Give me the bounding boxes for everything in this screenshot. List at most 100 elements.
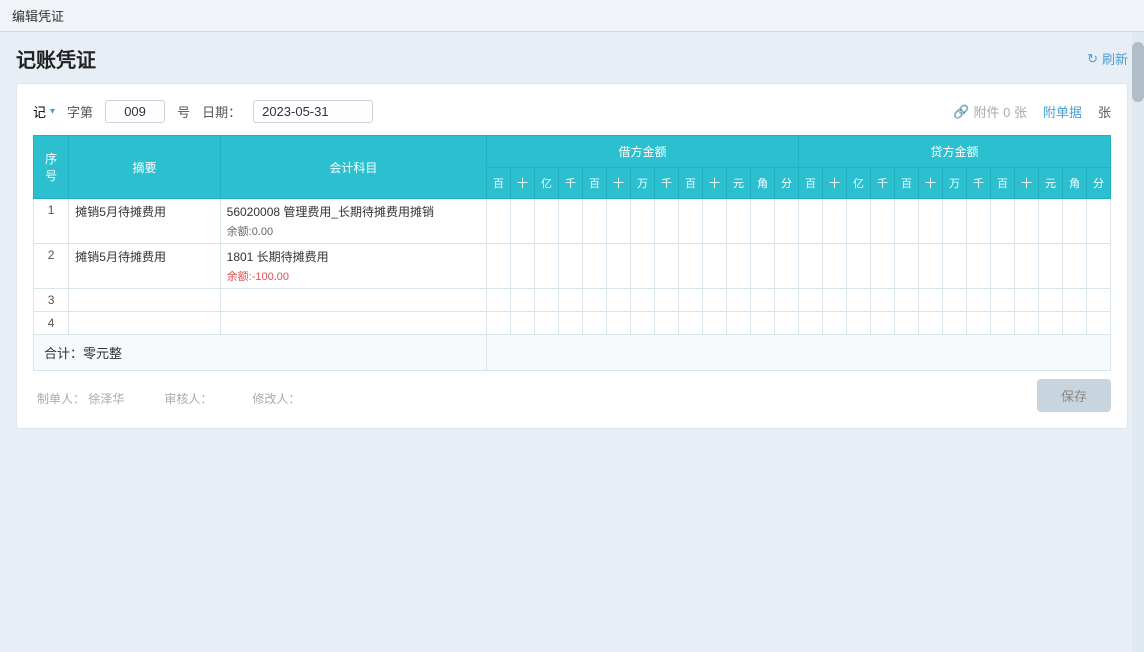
credit-digit-cell[interactable]: [966, 244, 990, 289]
debit-digit-cell[interactable]: [486, 199, 510, 244]
voucher-type-selector[interactable]: 记 ▾: [33, 102, 55, 121]
debit-digit-cell[interactable]: [726, 312, 750, 335]
debit-digit-cell[interactable]: [630, 244, 654, 289]
debit-digit-cell[interactable]: [582, 289, 606, 312]
credit-digit-cell[interactable]: [918, 244, 942, 289]
debit-digit-cell[interactable]: [750, 244, 774, 289]
debit-digit-cell[interactable]: [510, 199, 534, 244]
credit-digit-cell[interactable]: [822, 199, 846, 244]
credit-digit-cell[interactable]: [1086, 244, 1110, 289]
credit-digit-cell[interactable]: [918, 289, 942, 312]
debit-digit-cell[interactable]: [726, 289, 750, 312]
debit-digit-cell[interactable]: [486, 244, 510, 289]
credit-digit-cell[interactable]: [822, 244, 846, 289]
credit-digit-cell[interactable]: [1062, 312, 1086, 335]
row-abstract[interactable]: [69, 312, 220, 335]
debit-digit-cell[interactable]: [606, 199, 630, 244]
credit-digit-cell[interactable]: [846, 199, 870, 244]
credit-digit-cell[interactable]: [966, 312, 990, 335]
credit-digit-cell[interactable]: [942, 199, 966, 244]
debit-digit-cell[interactable]: [534, 244, 558, 289]
credit-digit-cell[interactable]: [1038, 312, 1062, 335]
debit-digit-cell[interactable]: [750, 289, 774, 312]
debit-digit-cell[interactable]: [702, 199, 726, 244]
credit-digit-cell[interactable]: [1086, 312, 1110, 335]
debit-digit-cell[interactable]: [654, 199, 678, 244]
credit-digit-cell[interactable]: [1062, 289, 1086, 312]
debit-digit-cell[interactable]: [702, 244, 726, 289]
credit-digit-cell[interactable]: [1086, 289, 1110, 312]
credit-digit-cell[interactable]: [1014, 244, 1038, 289]
single-voucher-button[interactable]: 附单据: [1043, 102, 1082, 121]
debit-digit-cell[interactable]: [606, 244, 630, 289]
save-button[interactable]: 保存: [1037, 379, 1111, 412]
credit-digit-cell[interactable]: [990, 244, 1014, 289]
debit-digit-cell[interactable]: [750, 312, 774, 335]
credit-digit-cell[interactable]: [870, 312, 894, 335]
credit-digit-cell[interactable]: [1014, 289, 1038, 312]
debit-digit-cell[interactable]: [606, 289, 630, 312]
credit-digit-cell[interactable]: [798, 289, 822, 312]
credit-digit-cell[interactable]: [966, 289, 990, 312]
debit-digit-cell[interactable]: [678, 199, 702, 244]
debit-digit-cell[interactable]: [486, 312, 510, 335]
credit-digit-cell[interactable]: [942, 289, 966, 312]
row-abstract[interactable]: 摊销5月待摊费用: [69, 199, 220, 244]
credit-digit-cell[interactable]: [822, 289, 846, 312]
row-abstract[interactable]: [69, 289, 220, 312]
credit-digit-cell[interactable]: [798, 199, 822, 244]
debit-digit-cell[interactable]: [510, 244, 534, 289]
debit-digit-cell[interactable]: [510, 312, 534, 335]
credit-digit-cell[interactable]: [1062, 244, 1086, 289]
debit-digit-cell[interactable]: [534, 289, 558, 312]
debit-digit-cell[interactable]: [582, 199, 606, 244]
credit-digit-cell[interactable]: [894, 199, 918, 244]
debit-digit-cell[interactable]: [726, 199, 750, 244]
debit-digit-cell[interactable]: [774, 312, 798, 335]
debit-digit-cell[interactable]: [678, 312, 702, 335]
scrollbar[interactable]: [1132, 32, 1144, 652]
row-abstract[interactable]: 摊销5月待摊费用: [69, 244, 220, 289]
credit-digit-cell[interactable]: [918, 312, 942, 335]
credit-digit-cell[interactable]: [918, 199, 942, 244]
debit-digit-cell[interactable]: [774, 289, 798, 312]
debit-digit-cell[interactable]: [558, 199, 582, 244]
debit-digit-cell[interactable]: [558, 312, 582, 335]
date-input[interactable]: [253, 100, 373, 123]
debit-digit-cell[interactable]: [750, 199, 774, 244]
row-account[interactable]: [220, 289, 486, 312]
refresh-button[interactable]: ↻ 刷新: [1087, 49, 1128, 68]
credit-digit-cell[interactable]: [870, 199, 894, 244]
row-account[interactable]: 1801 长期待摊费用余额:-100.00: [220, 244, 486, 289]
debit-digit-cell[interactable]: [630, 199, 654, 244]
debit-digit-cell[interactable]: [558, 289, 582, 312]
debit-digit-cell[interactable]: [654, 312, 678, 335]
debit-digit-cell[interactable]: [510, 289, 534, 312]
credit-digit-cell[interactable]: [1062, 199, 1086, 244]
credit-digit-cell[interactable]: [942, 312, 966, 335]
debit-digit-cell[interactable]: [582, 312, 606, 335]
credit-digit-cell[interactable]: [990, 199, 1014, 244]
credit-digit-cell[interactable]: [966, 199, 990, 244]
credit-digit-cell[interactable]: [798, 244, 822, 289]
credit-digit-cell[interactable]: [894, 312, 918, 335]
credit-digit-cell[interactable]: [942, 244, 966, 289]
debit-digit-cell[interactable]: [654, 244, 678, 289]
debit-digit-cell[interactable]: [582, 244, 606, 289]
debit-digit-cell[interactable]: [774, 199, 798, 244]
row-account[interactable]: 56020008 管理费用_长期待摊费用摊销余额:0.00: [220, 199, 486, 244]
credit-digit-cell[interactable]: [846, 312, 870, 335]
credit-digit-cell[interactable]: [846, 244, 870, 289]
credit-digit-cell[interactable]: [846, 289, 870, 312]
debit-digit-cell[interactable]: [774, 244, 798, 289]
credit-digit-cell[interactable]: [870, 244, 894, 289]
credit-digit-cell[interactable]: [1038, 199, 1062, 244]
debit-digit-cell[interactable]: [654, 289, 678, 312]
credit-digit-cell[interactable]: [894, 244, 918, 289]
scrollbar-thumb[interactable]: [1132, 42, 1144, 102]
credit-digit-cell[interactable]: [1014, 199, 1038, 244]
debit-digit-cell[interactable]: [678, 244, 702, 289]
debit-digit-cell[interactable]: [630, 312, 654, 335]
voucher-number-input[interactable]: [105, 100, 165, 123]
credit-digit-cell[interactable]: [870, 289, 894, 312]
